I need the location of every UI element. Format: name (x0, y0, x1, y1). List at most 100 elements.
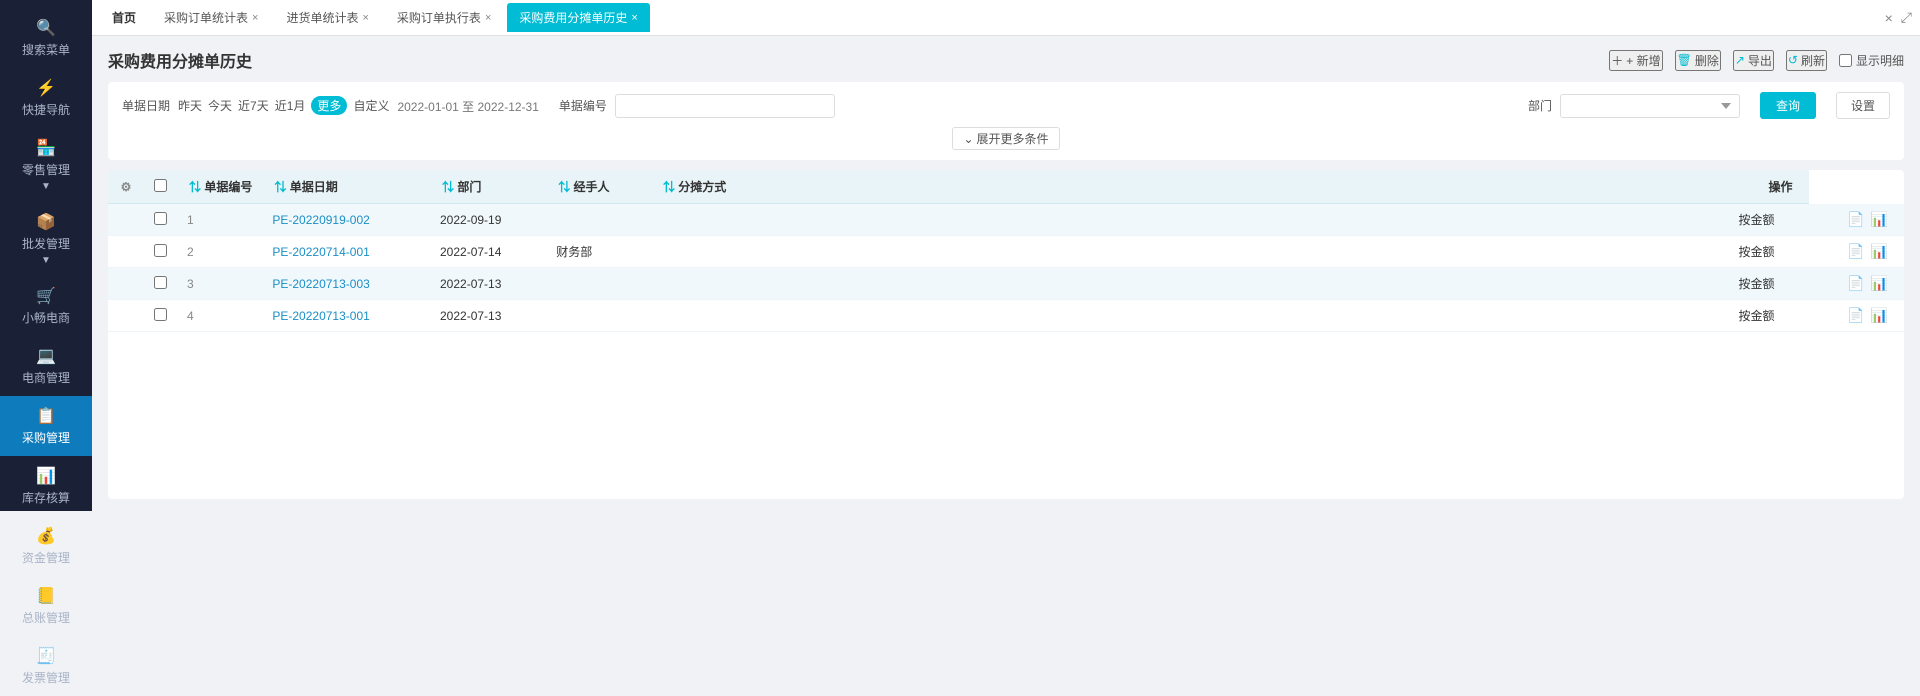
edit-icon[interactable]: 📄 (1847, 307, 1864, 324)
row-checkbox[interactable] (154, 212, 167, 225)
tabs-bar: 首页 采购订单统计表 × 进货单统计表 × 采购订单执行表 × 采购费用分摊单历… (92, 0, 1920, 36)
sidebar-item-ledger[interactable]: 📒 总账管理 (0, 576, 92, 636)
show-cols-label: 显示明细 (1856, 52, 1904, 69)
shortcut-7days[interactable]: 近7天 (238, 97, 269, 114)
td-method: 按金额 (1729, 236, 1809, 268)
docno-filter-group: 单据编号 (559, 94, 835, 118)
td-gear-spacer (108, 268, 144, 300)
show-cols-checkbox[interactable] (1839, 54, 1852, 67)
doc-no-link[interactable]: PE-20220713-003 (272, 277, 369, 291)
td-row-num: 3 (177, 268, 262, 300)
detail-icon[interactable]: 📊 (1871, 243, 1888, 260)
td-actions: 📄 📊 (1809, 204, 1905, 236)
sidebar-item-quick[interactable]: ⚡ 快捷导航 (0, 68, 92, 128)
delete-label: 删除 (1695, 52, 1719, 69)
shortcut-today[interactable]: 今天 (208, 97, 232, 114)
add-icon: ＋ (1611, 52, 1623, 69)
filter-bar: 单据日期 昨天 今天 近7天 近1月 更多 自定义 2022-01-01 至 2… (108, 82, 1904, 160)
shortcut-custom[interactable]: 自定义 (353, 97, 389, 114)
sidebar-item-label: 发票管理 (22, 669, 70, 686)
tab-label: 采购费用分摊单历史 (519, 9, 627, 26)
td-row-num: 2 (177, 236, 262, 268)
edit-icon[interactable]: 📄 (1847, 243, 1864, 260)
refresh-button[interactable]: ↺ 刷新 (1786, 50, 1827, 71)
settings-button[interactable]: 设置 (1836, 92, 1890, 119)
date-filter-label: 单据日期 (122, 97, 170, 114)
tab-close-icon[interactable]: × (485, 12, 491, 24)
window-close-icon[interactable]: × (1885, 10, 1893, 26)
td-row-num: 1 (177, 204, 262, 236)
add-button[interactable]: ＋ + 新增 (1609, 50, 1662, 71)
sidebar-item-retail[interactable]: 🏪 零售管理 ▼ (0, 128, 92, 202)
td-handler (651, 204, 1729, 236)
sidebar-item-label: 批发管理 (22, 235, 70, 252)
dept-select[interactable] (1560, 94, 1740, 118)
shortcut-yesterday[interactable]: 昨天 (178, 97, 202, 114)
chevron-down-icon: ▼ (41, 181, 51, 192)
table-row: 2 PE-20220714-001 2022-07-14 财务部 按金额 📄 📊 (108, 236, 1904, 268)
edit-icon[interactable]: 📄 (1847, 275, 1864, 292)
td-gear-spacer (108, 236, 144, 268)
edit-icon[interactable]: 📄 (1847, 211, 1864, 228)
tab-home[interactable]: 首页 (100, 3, 148, 32)
delete-button[interactable]: 🗑 删除 (1675, 50, 1721, 71)
sort-icon[interactable]: ⇅ (189, 180, 201, 194)
data-table: ⚙ ⇅ 单据编号 ⇅ 单据日期 (108, 170, 1904, 332)
sidebar-item-search[interactable]: 🔍 搜索菜单 (0, 8, 92, 68)
sort-icon[interactable]: ⇅ (663, 180, 675, 194)
td-doc-no: PE-20220713-001 (262, 300, 430, 332)
tab-purchase-fee-history[interactable]: 采购费用分摊单历史 × (507, 3, 649, 32)
sort-icon[interactable]: ⇅ (274, 180, 286, 194)
doc-no-link[interactable]: PE-20220714-001 (272, 245, 369, 259)
toolbar: ＋ + 新增 🗑 删除 ↗ 导出 ↺ 刷新 显示明细 (1609, 50, 1904, 71)
td-date: 2022-07-14 (430, 236, 546, 268)
doc-no-link[interactable]: PE-20220919-002 (272, 213, 369, 227)
export-icon: ↗ (1735, 53, 1745, 67)
shortcut-more[interactable]: 更多 (311, 96, 347, 115)
row-checkbox[interactable] (154, 308, 167, 321)
td-dept (546, 300, 651, 332)
sort-icon[interactable]: ⇅ (442, 180, 454, 194)
sidebar-item-label: 总账管理 (22, 609, 70, 626)
gear-icon[interactable]: ⚙ (121, 180, 132, 194)
doc-no-link[interactable]: PE-20220713-001 (272, 309, 369, 323)
sidebar-item-label: 快捷导航 (22, 101, 70, 118)
tab-stock-stats[interactable]: 进货单统计表 × (274, 3, 380, 32)
row-checkbox[interactable] (154, 244, 167, 257)
td-gear-spacer (108, 300, 144, 332)
tab-purchase-order-stats[interactable]: 采购订单统计表 × (152, 3, 270, 32)
docno-input[interactable] (615, 94, 835, 118)
expand-more-button[interactable]: ⌄ 展开更多条件 (952, 127, 1059, 150)
query-button[interactable]: 查询 (1760, 92, 1816, 119)
sidebar-item-label: 库存核算 (22, 489, 70, 506)
sidebar-item-invoice[interactable]: 🧾 发票管理 (0, 636, 92, 696)
sidebar-item-purchase[interactable]: 📋 采购管理 (0, 396, 92, 456)
export-button[interactable]: ↗ 导出 (1733, 50, 1774, 71)
detail-icon[interactable]: 📊 (1871, 211, 1888, 228)
show-cols-checkbox-label[interactable]: 显示明细 (1839, 52, 1904, 69)
tab-close-icon[interactable]: × (252, 12, 258, 24)
date-range-text: 2022-01-01 至 2022-12-31 (397, 98, 538, 115)
sidebar-item-inventory[interactable]: 📊 库存核算 (0, 456, 92, 516)
tab-close-icon[interactable]: × (362, 12, 368, 24)
row-checkbox[interactable] (154, 276, 167, 289)
window-expand-icon[interactable]: ⤢ (1901, 9, 1912, 26)
tab-purchase-exec[interactable]: 采购订单执行表 × (385, 3, 503, 32)
sidebar-item-ecommerce[interactable]: 💻 电商管理 (0, 336, 92, 396)
sidebar-item-wholesale[interactable]: 📦 批发管理 ▼ (0, 202, 92, 276)
sidebar-item-ecommerce-small[interactable]: 🛒 小畅电商 (0, 276, 92, 336)
sidebar-item-finance[interactable]: 💰 资金管理 (0, 516, 92, 576)
detail-icon[interactable]: 📊 (1871, 275, 1888, 292)
shortcut-1month[interactable]: 近1月 (275, 97, 306, 114)
select-all-checkbox[interactable] (154, 179, 167, 192)
detail-icon[interactable]: 📊 (1871, 307, 1888, 324)
td-method: 按金额 (1729, 268, 1809, 300)
purchase-icon: 📋 (36, 406, 56, 426)
sort-icon[interactable]: ⇅ (558, 180, 570, 194)
ledger-icon: 📒 (36, 586, 56, 606)
td-checkbox (144, 300, 177, 332)
tab-label: 采购订单统计表 (164, 9, 248, 26)
td-actions: 📄 📊 (1809, 236, 1905, 268)
tab-close-icon[interactable]: × (631, 12, 637, 24)
filter-row-1: 单据日期 昨天 今天 近7天 近1月 更多 自定义 2022-01-01 至 2… (122, 92, 1890, 119)
